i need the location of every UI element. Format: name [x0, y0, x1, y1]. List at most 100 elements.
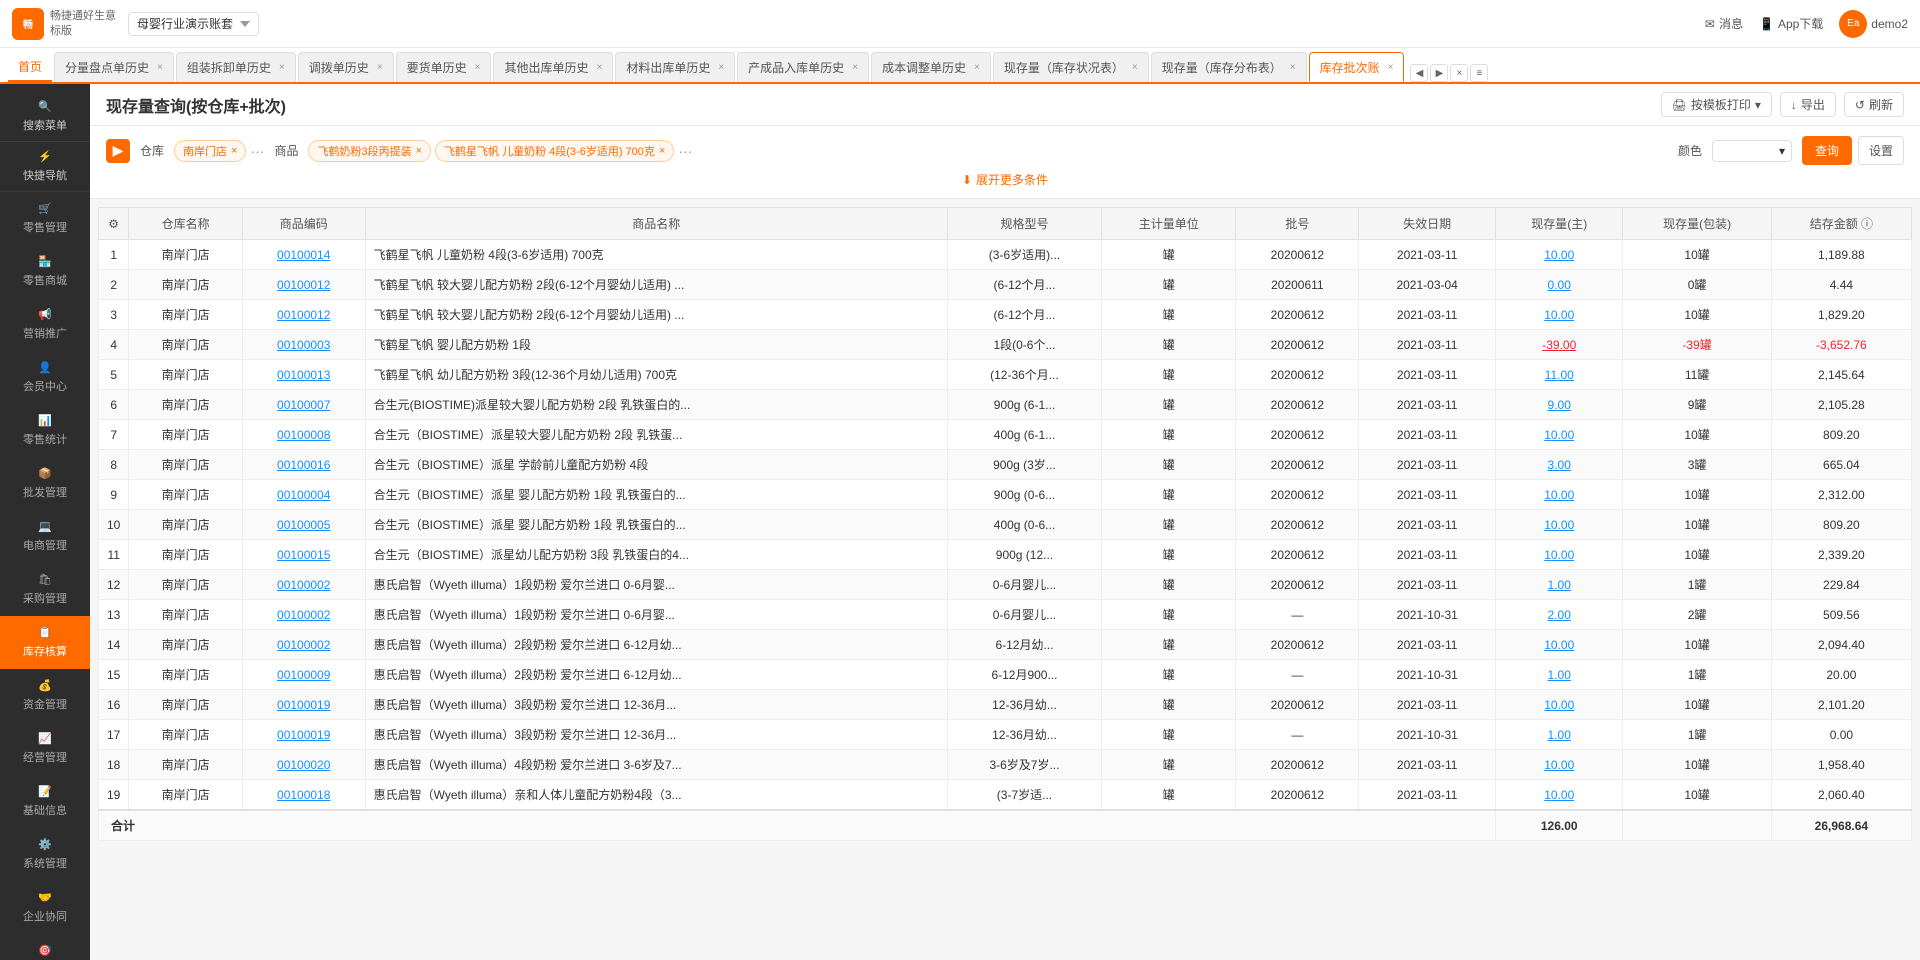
row-code[interactable]: 00100002: [242, 630, 365, 660]
breadcrumb-select[interactable]: 母婴行业演示账套: [128, 12, 259, 36]
tab-menu-btn[interactable]: ≡: [1470, 64, 1488, 82]
row-code[interactable]: 00100020: [242, 750, 365, 780]
close-tab-product-in[interactable]: ×: [852, 62, 858, 73]
sidebar-item-marketing[interactable]: 📢 营销推广: [0, 298, 90, 351]
row-code[interactable]: 00100019: [242, 720, 365, 750]
sidebar-item-ecommerce[interactable]: 💻 电商管理: [0, 510, 90, 563]
color-dropdown[interactable]: ▾: [1712, 140, 1792, 162]
row-code[interactable]: 00100012: [242, 300, 365, 330]
product-tag-1[interactable]: 飞鹤星飞帆 儿童奶粉 4段(3-6岁适用) 700克 ×: [435, 140, 674, 162]
tab-product-in[interactable]: 产成品入库单历史 ×: [737, 52, 869, 82]
sidebar-item-basics[interactable]: 📝 基础信息: [0, 775, 90, 828]
close-tab-borrow[interactable]: ×: [475, 62, 481, 73]
sidebar-item-retail-stat[interactable]: 📊 零售统计: [0, 404, 90, 457]
user-avatar[interactable]: Ea demo2: [1839, 10, 1908, 38]
tab-other-out[interactable]: 其他出库单历史 ×: [493, 52, 613, 82]
warehouse-tag-0[interactable]: 南岸门店 ×: [174, 140, 246, 162]
row-stock-main[interactable]: 10.00: [1496, 420, 1623, 450]
row-stock-main[interactable]: 3.00: [1496, 450, 1623, 480]
sidebar-item-system[interactable]: ⚙️ 系统管理: [0, 828, 90, 881]
remove-product-tag-1[interactable]: ×: [659, 145, 665, 157]
close-tab-combo[interactable]: ×: [279, 62, 285, 73]
sidebar-item-purchase[interactable]: 🛍 采购管理: [0, 563, 90, 616]
tab-stock-status[interactable]: 现存量（库存状况表） ×: [993, 52, 1149, 82]
tab-next-btn[interactable]: ▶: [1430, 64, 1448, 82]
row-code[interactable]: 00100009: [242, 660, 365, 690]
sidebar-item-new-guide[interactable]: 🎯 新手引导: [0, 934, 90, 960]
row-code[interactable]: 00100007: [242, 390, 365, 420]
row-code[interactable]: 00100002: [242, 600, 365, 630]
remove-warehouse-tag-0[interactable]: ×: [231, 145, 237, 157]
row-stock-main[interactable]: 10.00: [1496, 630, 1623, 660]
sidebar-item-search[interactable]: 🔍 搜索菜单: [0, 92, 90, 142]
row-code[interactable]: 00100016: [242, 450, 365, 480]
close-tab-mix[interactable]: ×: [377, 62, 383, 73]
row-code[interactable]: 00100013: [242, 360, 365, 390]
row-stock-main[interactable]: -39.00: [1496, 330, 1623, 360]
remove-product-tag-0[interactable]: ×: [416, 145, 422, 157]
sidebar-item-retail[interactable]: 🛒 零售管理: [0, 192, 90, 245]
row-stock-main[interactable]: 2.00: [1496, 600, 1623, 630]
sidebar-item-inventory[interactable]: 📋 库存核算: [0, 616, 90, 669]
product-dots[interactable]: ···: [678, 143, 692, 159]
sidebar-item-corp-collab[interactable]: 🤝 企业协同: [0, 881, 90, 934]
row-code[interactable]: 00100005: [242, 510, 365, 540]
sidebar-item-retail-mall[interactable]: 🏪 零售商城: [0, 245, 90, 298]
row-code[interactable]: 00100003: [242, 330, 365, 360]
row-stock-main[interactable]: 1.00: [1496, 660, 1623, 690]
sidebar-item-quick-nav[interactable]: ⚡ 快捷导航: [0, 142, 90, 192]
sidebar-item-wholesale[interactable]: 📦 批发管理: [0, 457, 90, 510]
row-stock-main[interactable]: 10.00: [1496, 480, 1623, 510]
settings-btn[interactable]: 设置: [1858, 136, 1904, 165]
export-btn[interactable]: ↓ 导出: [1780, 92, 1836, 117]
product-tag-0[interactable]: 飞鹤奶粉3段丙提装 ×: [308, 140, 431, 162]
close-tab-stock-dist[interactable]: ×: [1290, 62, 1296, 73]
close-tab-stock-status[interactable]: ×: [1132, 62, 1138, 73]
row-code[interactable]: 00100015: [242, 540, 365, 570]
row-stock-main[interactable]: 10.00: [1496, 780, 1623, 811]
row-code[interactable]: 00100012: [242, 270, 365, 300]
tab-borrow[interactable]: 要货单历史 ×: [396, 52, 492, 82]
expand-more-btn[interactable]: ⬇ 展开更多条件: [962, 171, 1048, 188]
row-code[interactable]: 00100014: [242, 240, 365, 270]
tab-batch-voucher[interactable]: 库存批次账 ×: [1309, 52, 1405, 82]
th-gear[interactable]: ⚙: [99, 208, 129, 240]
tab-combo[interactable]: 组装拆卸单历史 ×: [176, 52, 296, 82]
close-tab-split[interactable]: ×: [157, 62, 163, 73]
row-stock-main[interactable]: 10.00: [1496, 750, 1623, 780]
sidebar-item-finance[interactable]: 💰 资金管理: [0, 669, 90, 722]
close-tab-other-out[interactable]: ×: [596, 62, 602, 73]
row-code[interactable]: 00100019: [242, 690, 365, 720]
tab-split-inventory[interactable]: 分量盘点单历史 ×: [54, 52, 174, 82]
query-btn[interactable]: 查询: [1802, 136, 1852, 165]
close-tab-batch-voucher[interactable]: ×: [1388, 62, 1394, 73]
template-print-btn[interactable]: 🖨 按模板打印 ▾: [1661, 92, 1772, 117]
close-tab-cost-adjust[interactable]: ×: [974, 62, 980, 73]
row-stock-main[interactable]: 10.00: [1496, 690, 1623, 720]
row-code[interactable]: 00100018: [242, 780, 365, 811]
filter-expand-btn[interactable]: ▶: [106, 139, 130, 163]
tab-mix[interactable]: 调拨单历史 ×: [298, 52, 394, 82]
row-stock-main[interactable]: 1.00: [1496, 570, 1623, 600]
tab-home[interactable]: 首页: [8, 52, 52, 82]
app-download-btn[interactable]: 📱 App下载: [1759, 15, 1823, 32]
row-stock-main[interactable]: 1.00: [1496, 720, 1623, 750]
row-code[interactable]: 00100002: [242, 570, 365, 600]
row-stock-main[interactable]: 11.00: [1496, 360, 1623, 390]
row-stock-main[interactable]: 10.00: [1496, 540, 1623, 570]
row-stock-main[interactable]: 10.00: [1496, 240, 1623, 270]
tab-prev-btn[interactable]: ◀: [1410, 64, 1428, 82]
row-stock-main[interactable]: 0.00: [1496, 270, 1623, 300]
tab-close-btn[interactable]: ×: [1450, 64, 1468, 82]
row-code[interactable]: 00100004: [242, 480, 365, 510]
close-tab-material-out[interactable]: ×: [718, 62, 724, 73]
tab-cost-adjust[interactable]: 成本调整单历史 ×: [871, 52, 991, 82]
tab-stock-dist[interactable]: 现存量（库存分布表） ×: [1151, 52, 1307, 82]
refresh-btn[interactable]: ↺ 刷新: [1844, 92, 1904, 117]
row-stock-main[interactable]: 10.00: [1496, 300, 1623, 330]
message-btn[interactable]: ✉ 消息: [1705, 15, 1743, 32]
row-stock-main[interactable]: 10.00: [1496, 510, 1623, 540]
warehouse-dots[interactable]: ···: [250, 143, 264, 159]
tab-material-out[interactable]: 材料出库单历史 ×: [615, 52, 735, 82]
row-stock-main[interactable]: 9.00: [1496, 390, 1623, 420]
